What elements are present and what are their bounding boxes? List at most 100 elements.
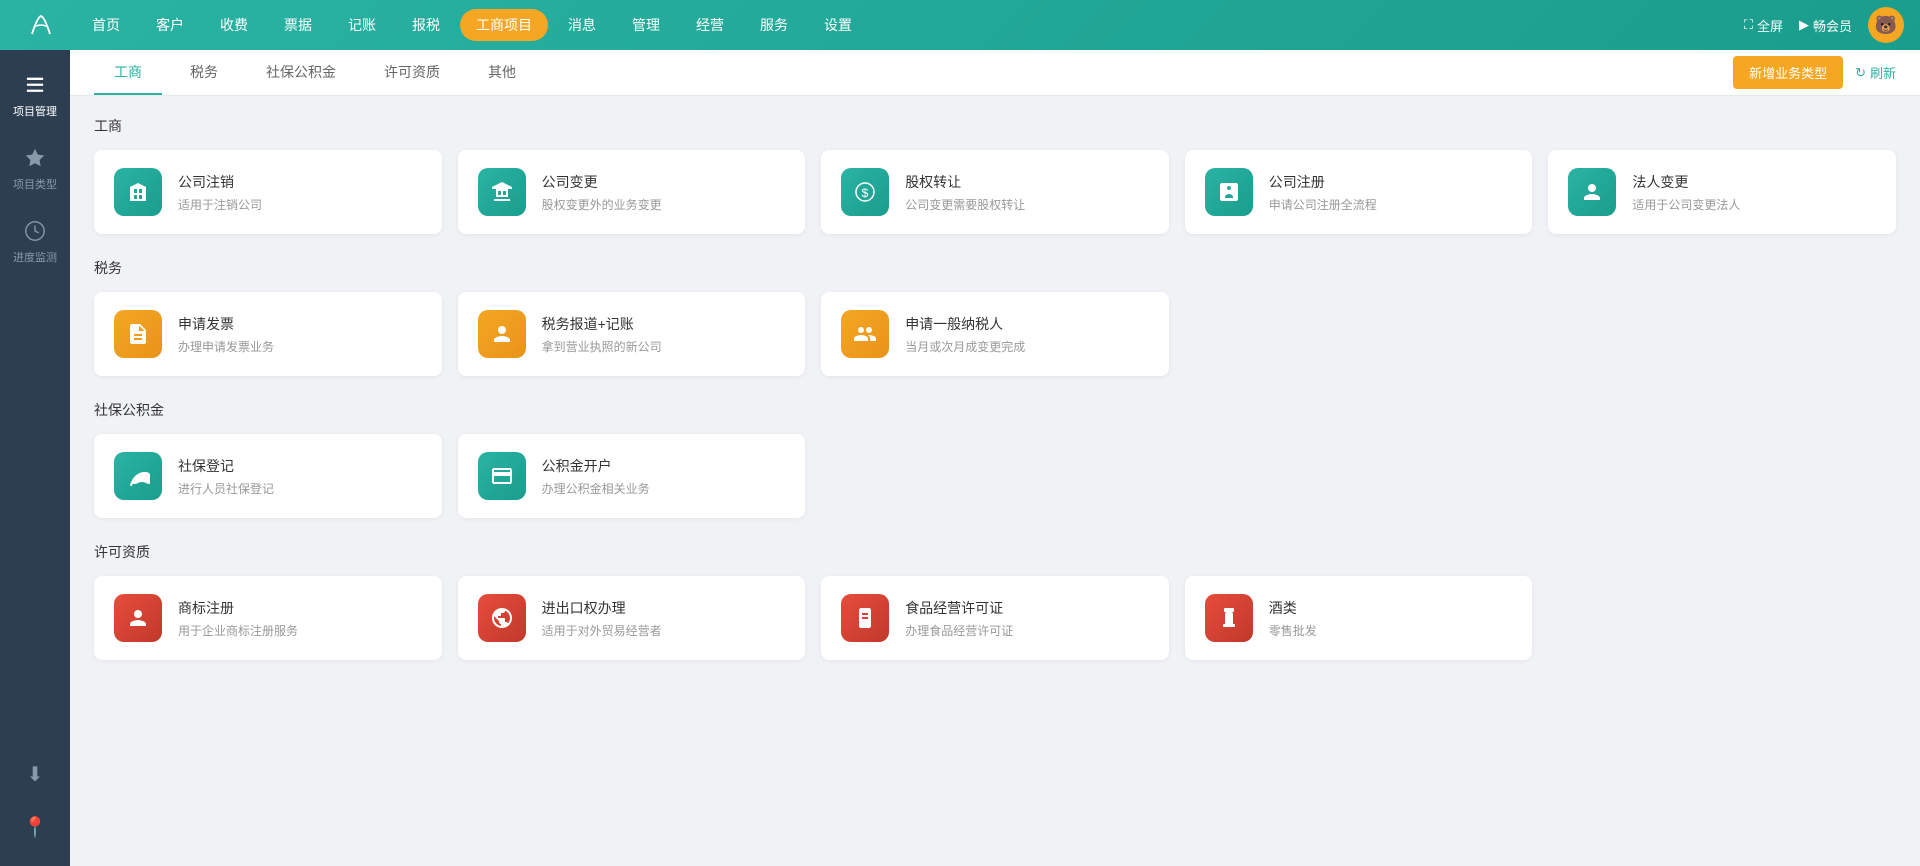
service-card-法人变更[interactable]: 法人变更适用于公司变更法人 (1548, 150, 1896, 234)
card-desc: 办理食品经营许可证 (905, 622, 1149, 639)
card-content: 公司变更股权变更外的业务变更 (542, 172, 786, 213)
list-icon (24, 74, 46, 99)
service-card-商标注册[interactable]: 商标注册用于企业商标注册服务 (94, 576, 442, 660)
nav-item-首页[interactable]: 首页 (76, 9, 136, 41)
nav-item-记账[interactable]: 记账 (332, 9, 392, 41)
nav-item-设置[interactable]: 设置 (808, 9, 868, 41)
card-title: 进出口权办理 (542, 598, 786, 618)
tab-工商[interactable]: 工商 (94, 50, 162, 95)
card-title: 公司变更 (542, 172, 786, 192)
fullscreen-button[interactable]: ⛶ 全屏 (1744, 16, 1783, 35)
card-desc: 适用于注销公司 (178, 196, 422, 213)
service-card-社保登记[interactable]: 社保登记进行人员社保登记 (94, 434, 442, 518)
nav-item-管理[interactable]: 管理 (616, 9, 676, 41)
nav-item-报税[interactable]: 报税 (396, 9, 456, 41)
location-icon[interactable]: 📍 (23, 805, 48, 850)
card-content: 商标注册用于企业商标注册服务 (178, 598, 422, 639)
card-title: 法人变更 (1632, 172, 1876, 192)
sidebar-item-进度监测[interactable]: 进度监测 (0, 206, 70, 279)
card-title: 税务报道+记账 (542, 314, 786, 334)
sidebar-item-项目类型[interactable]: 项目类型 (0, 133, 70, 206)
card-icon (1205, 168, 1253, 216)
tab-其他[interactable]: 其他 (468, 50, 536, 95)
card-title: 公司注销 (178, 172, 422, 192)
card-content: 申请一般纳税人当月或次月成变更完成 (905, 314, 1149, 355)
card-desc: 零售批发 (1269, 622, 1513, 639)
member-label: 畅会员 (1813, 16, 1852, 35)
top-nav-right: ⛶ 全屏 ▶ 畅会员 🐻 (1744, 7, 1904, 43)
nav-item-客户[interactable]: 客户 (140, 9, 200, 41)
svg-text:$: $ (862, 186, 869, 200)
card-icon (478, 452, 526, 500)
card-icon (478, 310, 526, 358)
nav-item-收费[interactable]: 收费 (204, 9, 264, 41)
card-desc: 拿到营业执照的新公司 (542, 338, 786, 355)
card-grid: 公司注销适用于注销公司 公司变更股权变更外的业务变更 $股权转让公司变更需要股权转让… (94, 150, 1896, 234)
card-icon (114, 452, 162, 500)
service-card-公司变更[interactable]: 公司变更股权变更外的业务变更 (458, 150, 806, 234)
member-button[interactable]: ▶ 畅会员 (1799, 16, 1852, 35)
section-title: 税务 (94, 258, 1896, 278)
card-content: 法人变更适用于公司变更法人 (1632, 172, 1876, 213)
card-title: 公司注册 (1269, 172, 1513, 192)
card-desc: 股权变更外的业务变更 (542, 196, 786, 213)
card-desc: 适用于公司变更法人 (1632, 196, 1876, 213)
card-icon (114, 168, 162, 216)
card-icon (1568, 168, 1616, 216)
card-content: 酒类零售批发 (1269, 598, 1513, 639)
sidebar-item-项目管理[interactable]: 项目管理 (0, 60, 70, 133)
service-card-进出口权办理[interactable]: 进出口权办理适用于对外贸易经营者 (458, 576, 806, 660)
logo (16, 0, 66, 50)
section-许可资质: 许可资质商标注册用于企业商标注册服务进出口权办理适用于对外贸易经营者食品经营许可… (94, 542, 1896, 660)
refresh-button[interactable]: ↻ 刷新 (1855, 63, 1896, 82)
nav-item-经营[interactable]: 经营 (680, 9, 740, 41)
nav-item-票据[interactable]: 票据 (268, 9, 328, 41)
download-icon[interactable]: ⬇ (23, 752, 48, 797)
service-card-税务报道+记账[interactable]: 税务报道+记账拿到营业执照的新公司 (458, 292, 806, 376)
card-content: 社保登记进行人员社保登记 (178, 456, 422, 497)
service-card-酒类[interactable]: 酒类零售批发 (1185, 576, 1533, 660)
service-card-公司注销[interactable]: 公司注销适用于注销公司 (94, 150, 442, 234)
nav-item-服务[interactable]: 服务 (744, 9, 804, 41)
card-icon (1205, 594, 1253, 642)
avatar[interactable]: 🐻 (1868, 7, 1904, 43)
card-icon (114, 310, 162, 358)
nav-item-消息[interactable]: 消息 (552, 9, 612, 41)
card-desc: 用于企业商标注册服务 (178, 622, 422, 639)
tab-社保公积金[interactable]: 社保公积金 (246, 50, 356, 95)
monitor-icon (24, 220, 46, 245)
card-desc: 当月或次月成变更完成 (905, 338, 1149, 355)
card-desc: 办理申请发票业务 (178, 338, 422, 355)
sidebar-label: 项目类型 (13, 176, 57, 192)
card-grid: 社保登记进行人员社保登记公积金开户办理公积金相关业务 (94, 434, 1896, 518)
tab-bar: 工商税务社保公积金许可资质其他 新增业务类型 ↻ 刷新 (70, 50, 1920, 96)
refresh-icon: ↻ (1855, 65, 1866, 81)
section-社保公积金: 社保公积金社保登记进行人员社保登记公积金开户办理公积金相关业务 (94, 400, 1896, 518)
service-card-公司注册[interactable]: 公司注册申请公司注册全流程 (1185, 150, 1533, 234)
nav-item-工商项目[interactable]: 工商项目 (460, 9, 548, 41)
sidebar-label: 进度监测 (13, 249, 57, 265)
card-title: 公积金开户 (542, 456, 786, 476)
scroll-content[interactable]: 工商公司注销适用于注销公司公司变更股权变更外的业务变更$股权转让公司变更需要股权… (70, 96, 1920, 866)
service-card-申请一般纳税人[interactable]: 申请一般纳税人当月或次月成变更完成 (821, 292, 1169, 376)
service-card-食品经营许可证[interactable]: 食品经营许可证办理食品经营许可证 (821, 576, 1169, 660)
card-grid: 申请发票办理申请发票业务税务报道+记账拿到营业执照的新公司申请一般纳税人当月或次… (94, 292, 1896, 376)
service-card-申请发票[interactable]: 申请发票办理申请发票业务 (94, 292, 442, 376)
card-title: 申请一般纳税人 (905, 314, 1149, 334)
card-icon (841, 594, 889, 642)
fullscreen-icon: ⛶ (1744, 17, 1753, 33)
top-navigation: 首页客户收费票据记账报税工商项目消息管理经营服务设置 ⛶ 全屏 ▶ 畅会员 🐻 (0, 0, 1920, 50)
card-content: 进出口权办理适用于对外贸易经营者 (542, 598, 786, 639)
service-card-公积金开户[interactable]: 公积金开户办理公积金相关业务 (458, 434, 806, 518)
card-title: 食品经营许可证 (905, 598, 1149, 618)
tab-税务[interactable]: 税务 (170, 50, 238, 95)
section-税务: 税务申请发票办理申请发票业务税务报道+记账拿到营业执照的新公司申请一般纳税人当月… (94, 258, 1896, 376)
video-icon: ▶ (1799, 17, 1809, 33)
service-card-股权转让[interactable]: $股权转让公司变更需要股权转让 (821, 150, 1169, 234)
card-desc: 进行人员社保登记 (178, 480, 422, 497)
add-business-type-button[interactable]: 新增业务类型 (1733, 56, 1843, 89)
card-icon (114, 594, 162, 642)
card-title: 商标注册 (178, 598, 422, 618)
tab-许可资质[interactable]: 许可资质 (364, 50, 460, 95)
sidebar: 项目管理项目类型进度监测 ⬇ 📍 (0, 50, 70, 866)
